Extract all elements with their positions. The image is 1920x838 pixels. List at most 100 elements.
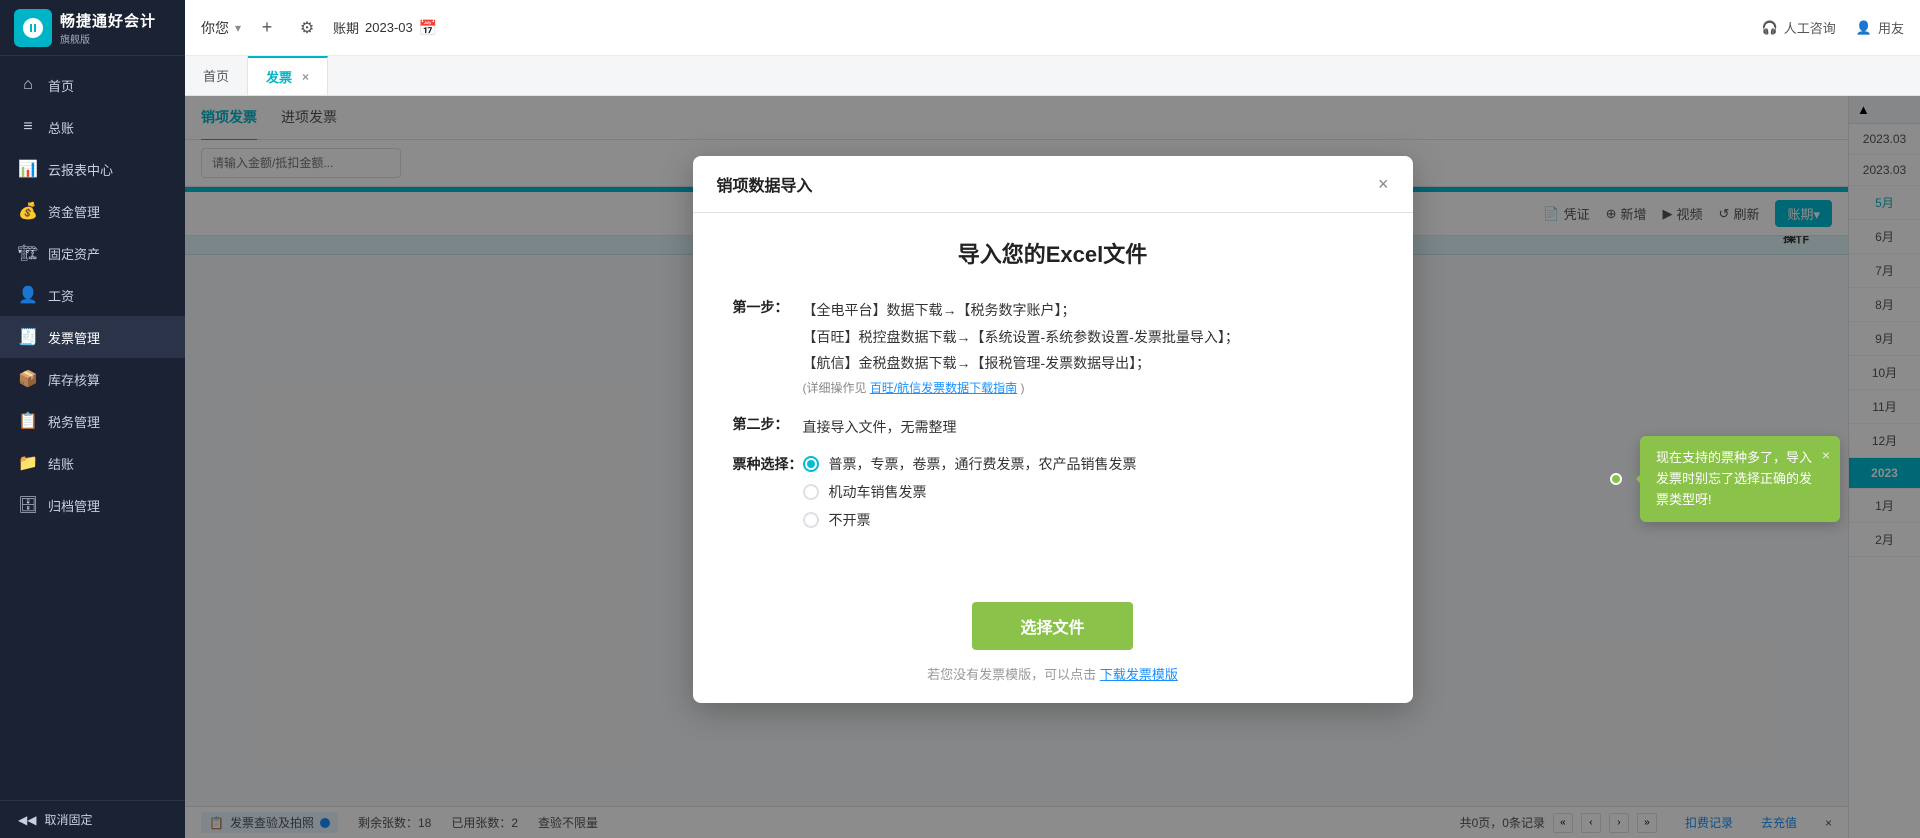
sidebar-item-label: 总账 (48, 118, 74, 137)
download-template-link[interactable]: 下载发票模版 (1100, 667, 1178, 682)
tooltip-popup: × 现在支持的票种多了，导入发票时别忘了选择正确的发票类型呀! (1640, 436, 1840, 522)
step2-text: 直接导入文件，无需整理 (803, 419, 957, 435)
company-selector[interactable]: 你您 ▾ (201, 18, 241, 38)
step1-line3: 【航信】金税盘数据下载→【报税管理-发票数据导出】； (803, 350, 1373, 377)
headset-icon: 🎧 (1762, 20, 1778, 36)
tab-invoice-label: 发票 (266, 67, 292, 86)
logo-icon (14, 9, 52, 47)
closing-icon: 📁 (18, 453, 38, 473)
download-hint: 若您没有发票模版，可以点击 下载发票模版 (717, 664, 1389, 683)
sidebar-item-label: 库存核算 (48, 370, 100, 389)
sidebar-cancel-pin[interactable]: ◀◀ 取消固定 (0, 800, 185, 838)
payroll-icon: 👤 (18, 285, 38, 305)
ledger-icon: ≡ (18, 117, 38, 137)
radio-noticket-icon[interactable] (803, 512, 819, 528)
sidebar-scroll: ⌂ 首页 ≡ 总账 📊 云报表中心 💰 资金管理 🏗 固定资产 👤 工资 🧾 发… (0, 56, 185, 800)
step1-content: 【全电平台】数据下载→【税务数字账户】； 【百旺】税控盘数据下载→【系统设置-系… (803, 297, 1373, 400)
sidebar-item-reports[interactable]: 📊 云报表中心 (0, 148, 185, 190)
ticket-row: 票种选择： 普票，专票，卷票，通行费发票，农产品销售发票 机动车销售发票 (733, 454, 1373, 548)
sidebar-item-home[interactable]: ⌂ 首页 (0, 64, 185, 106)
sidebar-item-label: 归档管理 (48, 496, 100, 515)
modal-overlay: 销项数据导入 × 导入您的Excel文件 第一步： 【全电平台】数据下载→【税务… (185, 96, 1920, 838)
tooltip-dot (1610, 473, 1622, 485)
sidebar-item-closing[interactable]: 📁 结账 (0, 442, 185, 484)
calendar-icon: 📅 (419, 19, 438, 37)
select-file-button[interactable]: 选择文件 (972, 602, 1132, 650)
period-label: 账期 (333, 18, 359, 37)
sidebar-item-archive[interactable]: 🗄 归档管理 (0, 484, 185, 526)
main-area: 你您 ▾ + ⚙ 账期 2023-03 📅 🎧 人工咨询 👤 用友 首页 (185, 0, 1920, 838)
ticket-option-normal[interactable]: 普票，专票，卷票，通行费发票，农产品销售发票 (803, 454, 1137, 474)
modal-title: 销项数据导入 (717, 172, 813, 196)
ticket-noticket-label: 不开票 (829, 510, 871, 530)
step1-line1: 【全电平台】数据下载→【税务数字账户】； (803, 297, 1373, 324)
step2-row: 第二步： 直接导入文件，无需整理 (733, 414, 1373, 441)
period-value: 2023-03 (365, 20, 413, 35)
funds-icon: 💰 (18, 201, 38, 221)
company-name: 你您 (201, 18, 229, 38)
sidebar-item-label: 结账 (48, 454, 74, 473)
sidebar-item-label: 固定资产 (48, 244, 100, 263)
settings-button[interactable]: ⚙ (293, 14, 321, 42)
logo-sub-title: 旗舰版 (60, 31, 156, 46)
topbar-left: 你您 ▾ + ⚙ 账期 2023-03 📅 (201, 14, 437, 42)
invoice-icon: 🧾 (18, 327, 38, 347)
modal-close-button[interactable]: × (1378, 174, 1389, 195)
consult-button[interactable]: 🎧 人工咨询 (1762, 18, 1836, 37)
reports-icon: 📊 (18, 159, 38, 179)
tab-invoice[interactable]: 发票 × (248, 56, 328, 95)
logo-main-title: 畅捷通好会计 (60, 10, 156, 31)
step1-link[interactable]: 百旺/航信发票数据下载指南 (870, 381, 1017, 395)
pin-icon: ◀◀ (18, 813, 36, 827)
sidebar-item-ledger[interactable]: ≡ 总账 (0, 106, 185, 148)
period-display: 账期 2023-03 📅 (333, 18, 437, 37)
step1-row: 第一步： 【全电平台】数据下载→【税务数字账户】； 【百旺】税控盘数据下载→【系… (733, 297, 1373, 400)
tab-invoice-close-icon[interactable]: × (302, 70, 309, 84)
import-modal: 销项数据导入 × 导入您的Excel文件 第一步： 【全电平台】数据下载→【税务… (693, 156, 1413, 703)
sidebar-item-tax[interactable]: 📋 税务管理 (0, 400, 185, 442)
sidebar-item-label: 资金管理 (48, 202, 100, 221)
add-button[interactable]: + (253, 14, 281, 42)
company-chevron-icon: ▾ (235, 21, 241, 35)
step1-hint-suffix: ) (1021, 381, 1025, 395)
sidebar-item-fixed-assets[interactable]: 🏗 固定资产 (0, 232, 185, 274)
sidebar-item-invoice[interactable]: 🧾 发票管理 (0, 316, 185, 358)
ticket-vehicle-label: 机动车销售发票 (829, 482, 927, 502)
consult-label: 人工咨询 (1784, 18, 1836, 37)
sidebar-item-label: 发票管理 (48, 328, 100, 347)
step1-hint-prefix: (详细操作见 (803, 381, 867, 395)
tab-home[interactable]: 首页 (185, 56, 248, 95)
tooltip-text: 现在支持的票种多了，导入发票时别忘了选择正确的发票类型呀! (1656, 450, 1812, 507)
sidebar-item-payroll[interactable]: 👤 工资 (0, 274, 185, 316)
user-label: 用友 (1878, 18, 1904, 37)
archive-icon: 🗄 (18, 495, 38, 515)
tooltip-close-button[interactable]: × (1822, 444, 1830, 466)
radio-normal-icon[interactable] (803, 456, 819, 472)
sidebar-item-funds[interactable]: 💰 资金管理 (0, 190, 185, 232)
user-menu[interactable]: 👤 用友 (1856, 18, 1904, 37)
modal-header: 销项数据导入 × (693, 156, 1413, 213)
topbar-right: 🎧 人工咨询 👤 用友 (1762, 18, 1904, 37)
ticket-option-noticket[interactable]: 不开票 (803, 510, 1137, 530)
tab-home-label: 首页 (203, 66, 229, 85)
fixed-assets-icon: 🏗 (18, 243, 38, 263)
radio-vehicle-icon[interactable] (803, 484, 819, 500)
sidebar: 畅捷通好会计 旗舰版 ⌂ 首页 ≡ 总账 📊 云报表中心 💰 资金管理 🏗 固定… (0, 0, 185, 838)
modal-main-title: 导入您的Excel文件 (733, 237, 1373, 269)
step1-hint: (详细操作见 百旺/航信发票数据下载指南 ) (803, 377, 1373, 400)
sidebar-item-label: 工资 (48, 286, 74, 305)
inventory-icon: 📦 (18, 369, 38, 389)
topbar: 你您 ▾ + ⚙ 账期 2023-03 📅 🎧 人工咨询 👤 用友 (185, 0, 1920, 56)
step2-content: 直接导入文件，无需整理 (803, 414, 1373, 441)
step2-label: 第二步： (733, 414, 803, 434)
sidebar-item-label: 税务管理 (48, 412, 100, 431)
tax-icon: 📋 (18, 411, 38, 431)
sidebar-item-inventory[interactable]: 📦 库存核算 (0, 358, 185, 400)
step1-label: 第一步： (733, 297, 803, 317)
ticket-normal-label: 普票，专票，卷票，通行费发票，农产品销售发票 (829, 454, 1137, 474)
tabbar: 首页 发票 × (185, 56, 1920, 96)
ticket-option-vehicle[interactable]: 机动车销售发票 (803, 482, 1137, 502)
sidebar-item-label: 首页 (48, 76, 74, 95)
content-area: 销项发票 进项发票 ⚙ ■ ↑ (185, 96, 1920, 838)
user-icon: 👤 (1856, 20, 1872, 36)
